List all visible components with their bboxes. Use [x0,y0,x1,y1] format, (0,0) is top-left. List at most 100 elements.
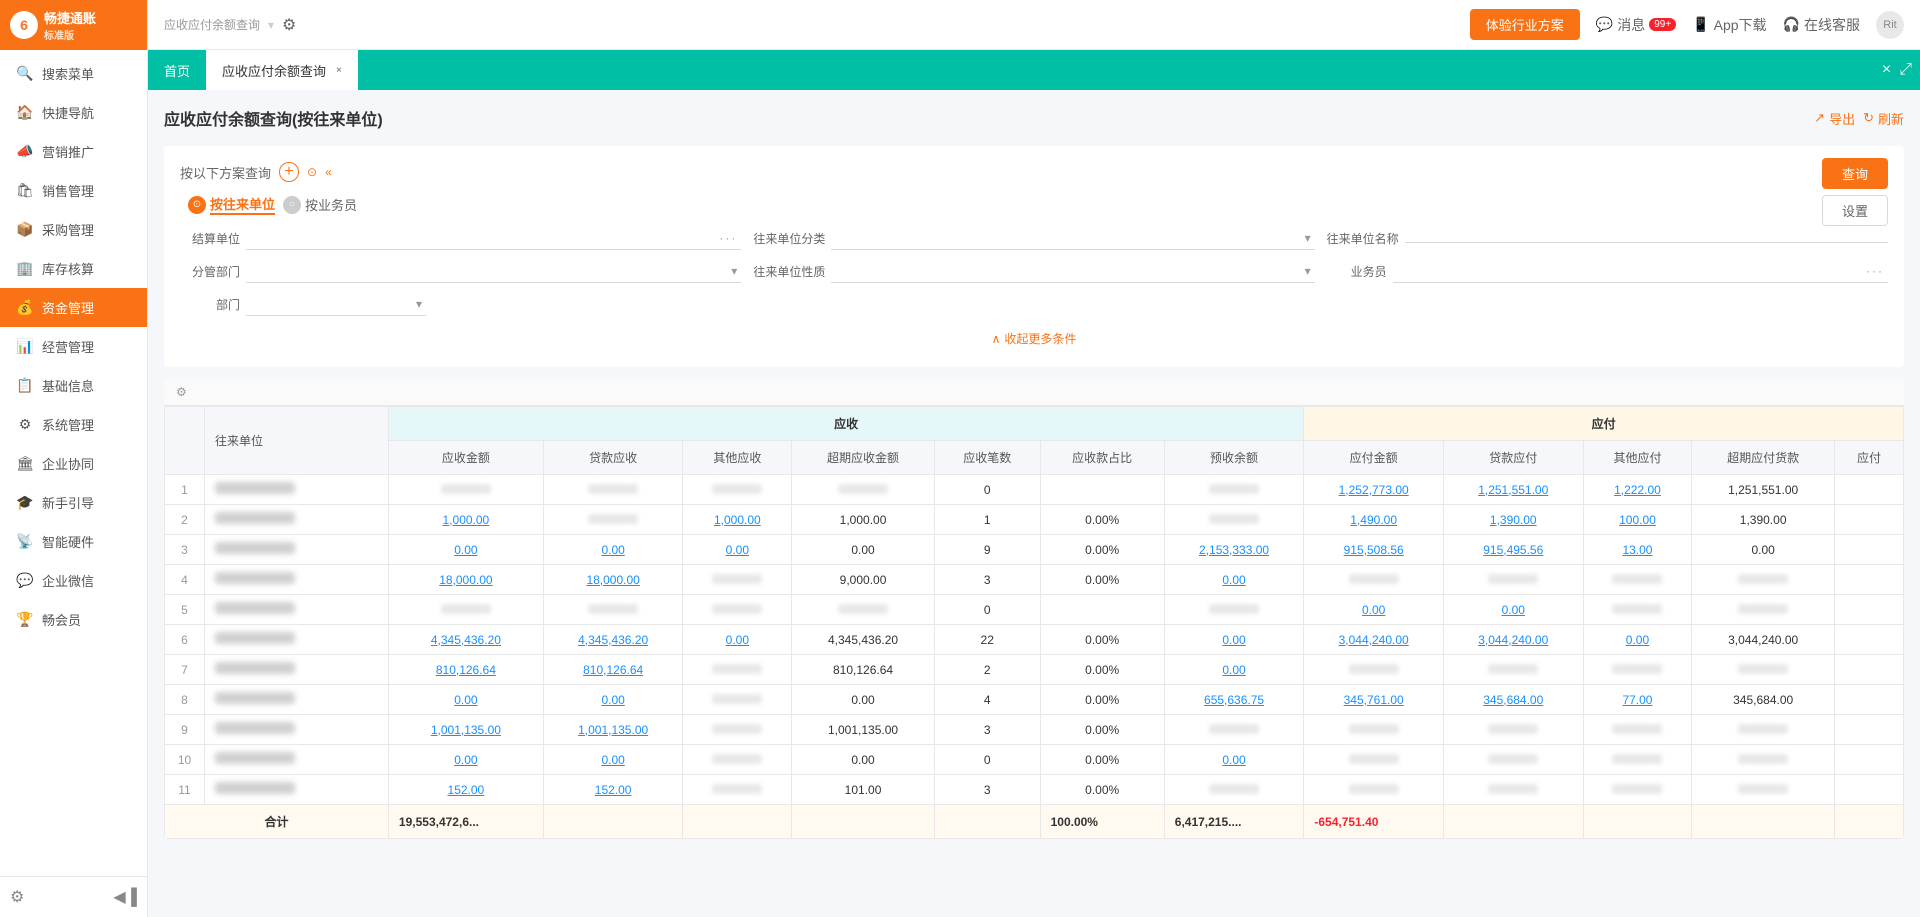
department-select[interactable]: ▾ [246,293,426,316]
partner-category-arrow: ▾ [1305,231,1311,245]
online-service-btn[interactable]: 🎧 在线客服 [1783,15,1860,35]
table-cell[interactable]: 810,126.64 [388,655,543,685]
table-cell[interactable]: 77.00 [1583,685,1692,715]
table-cell[interactable]: 1,001,135.00 [388,715,543,745]
query-btn[interactable]: 查询 [1822,158,1888,189]
table-cell[interactable]: 4,345,436.20 [543,625,683,655]
window-expand-btn[interactable]: ⤢ [1899,61,1912,79]
table-cell [792,475,935,505]
table-cell[interactable]: 655,636.75 [1164,685,1304,715]
settlement-unit-input[interactable]: ··· [246,227,741,250]
tab-close-icon[interactable]: × [336,65,342,76]
table-scroll-area[interactable]: 往来单位 应收 应付 应收金额 贷款应收 其他应收 超期应收金额 应收笔数 应收… [164,406,1904,839]
table-cell [1583,595,1692,625]
table-cell[interactable]: 18,000.00 [543,565,683,595]
query-collapse-icon[interactable]: « [325,165,332,179]
table-cell[interactable]: 1,001,135.00 [543,715,683,745]
message-btn[interactable]: 💬 消息 99+ [1596,15,1676,35]
query-add-btn[interactable]: + [279,162,299,182]
table-cell[interactable]: 0.00 [1583,625,1692,655]
promo-btn[interactable]: 体验行业方案 [1470,9,1580,40]
table-cell[interactable]: 0.00 [1304,595,1444,625]
sidebar-item-inventory[interactable]: 🏢库存核算 [0,249,147,288]
table-cell[interactable]: 13.00 [1583,535,1692,565]
table-cell[interactable]: 0.00 [683,625,792,655]
table-cell[interactable]: 0.00 [1164,655,1304,685]
app-download-btn[interactable]: 📱 App下载 [1692,15,1766,35]
sidebar-item-search[interactable]: 🔍搜索菜单 [0,54,147,93]
user-avatar[interactable]: Rit [1876,11,1904,39]
table-footer-row: 合计 19,553,472,6... 100.00% 6,417,215....… [165,805,1904,839]
partner-nature-select[interactable]: ▾ [831,260,1314,283]
branch-dept-select[interactable]: ▾ [246,260,741,283]
sidebar-item-wechat[interactable]: 💬企业微信 [0,561,147,600]
table-cell[interactable]: 3,044,240.00 [1443,625,1583,655]
sidebar-settings-btn[interactable]: ⚙ [10,887,24,907]
partner-name-input[interactable] [1405,234,1888,243]
sidebar-item-enterprise[interactable]: 🏛企业协同 [0,444,147,483]
table-cell[interactable]: 152.00 [388,775,543,805]
sidebar-item-baseinfo[interactable]: 📋基础信息 [0,366,147,405]
settings-btn[interactable]: 设置 [1822,195,1888,226]
table-cell[interactable]: 345,684.00 [1443,685,1583,715]
sidebar-collapse-btn[interactable]: ◀▐ [113,887,137,907]
table-cell[interactable]: 0.00 [1164,625,1304,655]
table-cell [683,715,792,745]
table-cell [543,475,683,505]
row-number: 11 [165,775,205,805]
salesman-input[interactable]: ··· [1393,260,1888,283]
table-cell[interactable]: 0.00 [1443,595,1583,625]
footer-payable-total: -654,751.40 [1304,805,1444,839]
sidebar-item-system[interactable]: ⚙系统管理 [0,405,147,444]
table-cell[interactable]: 915,495.56 [1443,535,1583,565]
table-cell[interactable]: 0.00 [1164,565,1304,595]
table-cell[interactable]: 1,490.00 [1304,505,1444,535]
table-cell[interactable]: 0.00 [388,535,543,565]
sidebar-item-quicknav[interactable]: 🏠快捷导航 [0,93,147,132]
table-cell[interactable]: 0.00 [388,685,543,715]
tab-receivable[interactable]: 应收应付余额查询 × [206,50,358,90]
table-cell[interactable]: 0.00 [388,745,543,775]
sidebar-item-vip[interactable]: 🏆畅会员 [0,600,147,639]
partner-category-select[interactable]: ▾ [831,227,1314,250]
salesman-dots: ··· [1866,264,1884,278]
table-cell[interactable]: 810,126.64 [543,655,683,685]
window-close-btn[interactable]: × [1882,61,1891,79]
table-cell[interactable]: 100.00 [1583,505,1692,535]
sidebar-item-marketing[interactable]: 📣营销推广 [0,132,147,171]
sidebar-item-sales[interactable]: 🛍销售管理 [0,171,147,210]
table-cell[interactable]: 1,252,773.00 [1304,475,1444,505]
scheme-by-salesman[interactable]: ○ 按业务员 [283,194,357,215]
export-btn[interactable]: ↗ 导出 [1814,109,1855,128]
table-cell[interactable]: 345,761.00 [1304,685,1444,715]
table-cell[interactable]: 1,390.00 [1443,505,1583,535]
sidebar-item-smarthw[interactable]: 📡智能硬件 [0,522,147,561]
table-gear-icon[interactable]: ⚙ [176,385,187,399]
table-cell[interactable]: 1,000.00 [388,505,543,535]
table-cell[interactable]: 2,153,333.00 [1164,535,1304,565]
table-cell[interactable]: 152.00 [543,775,683,805]
scheme-by-partner[interactable]: ⊙ 按往来单位 [188,194,275,215]
table-cell[interactable]: 1,251,551.00 [1443,475,1583,505]
table-cell[interactable]: 3,044,240.00 [1304,625,1444,655]
sidebar-item-purchase[interactable]: 📦采购管理 [0,210,147,249]
table-cell[interactable]: 4,345,436.20 [388,625,543,655]
table-cell[interactable]: 0.00 [1164,745,1304,775]
table-cell[interactable]: 1,000.00 [683,505,792,535]
footer-receivable-total[interactable]: 19,553,472,6... [388,805,543,839]
tab-home[interactable]: 首页 [148,50,206,90]
collapse-more-btn[interactable]: ∧ 收起更多条件 [180,326,1888,351]
table-cell[interactable]: 0.00 [543,535,683,565]
table-cell[interactable]: 915,508.56 [1304,535,1444,565]
sidebar-item-operation[interactable]: 📊经营管理 [0,327,147,366]
sidebar-item-finance[interactable]: 💰资金管理 [0,288,147,327]
query-circle-settings-icon[interactable]: ⊙ [307,165,317,179]
table-cell[interactable]: 0.00 [543,745,683,775]
table-cell[interactable]: 1,222.00 [1583,475,1692,505]
table-cell[interactable]: 18,000.00 [388,565,543,595]
refresh-btn[interactable]: ↻ 刷新 [1863,109,1904,128]
topbar-settings-icon[interactable]: ⚙ [282,15,296,35]
table-cell[interactable]: 0.00 [543,685,683,715]
sidebar-item-newbie[interactable]: 🎓新手引导 [0,483,147,522]
table-cell[interactable]: 0.00 [683,535,792,565]
